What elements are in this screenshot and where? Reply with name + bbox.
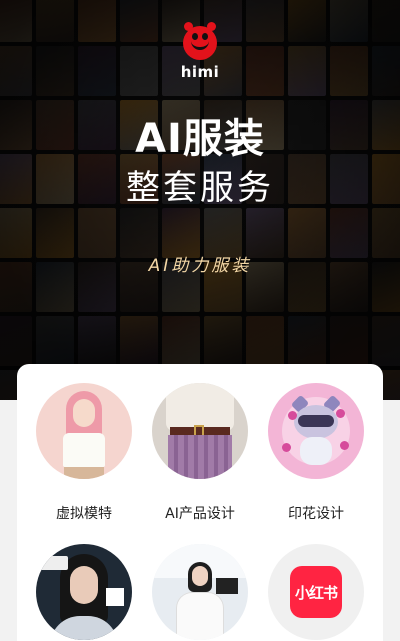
presenter-image [152, 544, 248, 640]
services-card: 虚拟模特 AI产品设计 印花设计 小红书 [17, 364, 383, 641]
product-design-image [152, 383, 248, 479]
himi-logo: himi [176, 22, 224, 81]
service-label: 虚拟模特 [56, 506, 112, 522]
xiaohongshu-image: 小红书 [268, 544, 364, 640]
virtual-model-image [36, 383, 132, 479]
hero-subtitle: 整套服务 [126, 168, 274, 208]
raccoon-print-image [268, 383, 364, 479]
smiley-face-icon [183, 22, 217, 60]
digital-human-image [36, 544, 132, 640]
hero-tagline: AI助力服装 [148, 256, 252, 276]
xiaohongshu-app-icon: 小红书 [290, 566, 342, 618]
service-label: 印花设计 [288, 506, 344, 522]
service-label: AI产品设计 [165, 506, 235, 522]
service-ai-product-design[interactable]: AI产品设计 [140, 383, 260, 523]
hero-title: AI服装 [135, 116, 265, 162]
service-virtual-model[interactable]: 虚拟模特 [24, 383, 144, 523]
service-digital-human[interactable] [24, 544, 144, 640]
service-presenter[interactable] [140, 544, 260, 640]
hero-banner: himi AI服装 整套服务 AI助力服装 [0, 0, 400, 400]
logo-text: himi [180, 63, 220, 81]
service-xiaohongshu[interactable]: 小红书 [256, 544, 376, 640]
service-print-design[interactable]: 印花设计 [256, 383, 376, 523]
